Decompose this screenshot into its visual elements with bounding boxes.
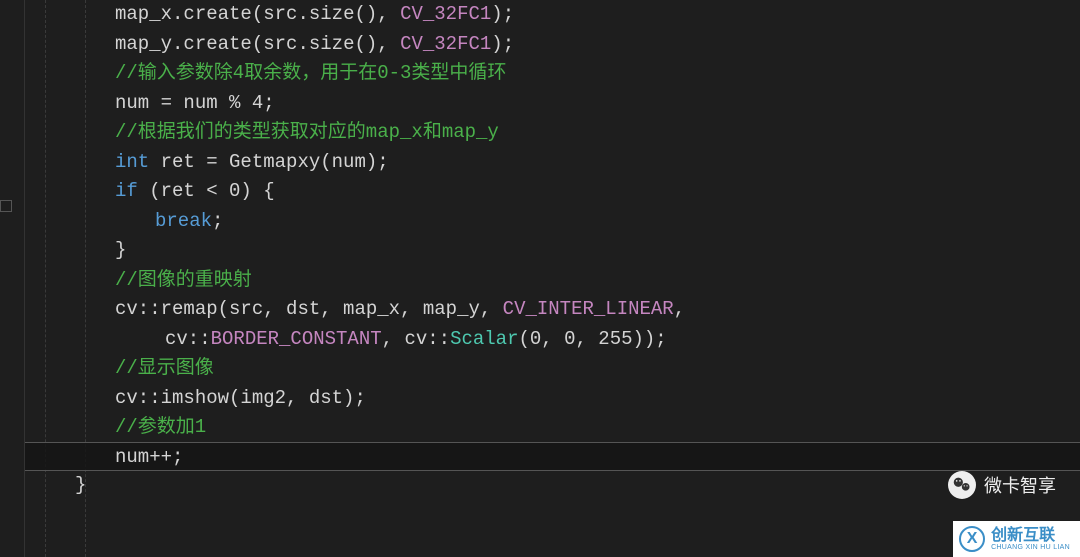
code-editor[interactable]: map_x.create(src.size(), CV_32FC1); map_…	[25, 0, 1080, 501]
fold-marker-icon[interactable]	[0, 200, 12, 212]
code-line: if (ret < 0) {	[25, 177, 1080, 207]
code-line-comment: //输入参数除4取余数，用于在0-3类型中循环	[25, 59, 1080, 89]
code-line: }	[25, 236, 1080, 266]
code-line: break;	[25, 207, 1080, 237]
code-line-comment: //图像的重映射	[25, 266, 1080, 296]
code-line: int ret = Getmapxy(num);	[25, 148, 1080, 178]
code-line: }	[25, 471, 1080, 501]
watermark-subtext: CHUANG XIN HU LIAN	[991, 544, 1070, 551]
editor-gutter	[0, 0, 25, 557]
code-line-comment: //参数加1	[25, 413, 1080, 443]
wechat-label: 微卡智享	[984, 472, 1056, 498]
code-line: cv::BORDER_CONSTANT, cv::Scalar(0, 0, 25…	[25, 325, 1080, 355]
code-line: num = num % 4;	[25, 89, 1080, 119]
watermark: X 创新互联 CHUANG XIN HU LIAN	[953, 521, 1080, 557]
watermark-text: 创新互联	[991, 528, 1070, 544]
code-line: map_x.create(src.size(), CV_32FC1);	[25, 0, 1080, 30]
code-line-comment: //显示图像	[25, 354, 1080, 384]
watermark-logo-icon: X	[959, 526, 985, 552]
code-line-current: num++;	[25, 442, 1080, 472]
wechat-icon	[948, 471, 976, 499]
code-line: cv::remap(src, dst, map_x, map_y, CV_INT…	[25, 295, 1080, 325]
code-line: cv::imshow(img2, dst);	[25, 384, 1080, 414]
code-line-comment: //根据我们的类型获取对应的map_x和map_y	[25, 118, 1080, 148]
wechat-badge: 微卡智享	[948, 471, 1056, 499]
code-line: map_y.create(src.size(), CV_32FC1);	[25, 30, 1080, 60]
